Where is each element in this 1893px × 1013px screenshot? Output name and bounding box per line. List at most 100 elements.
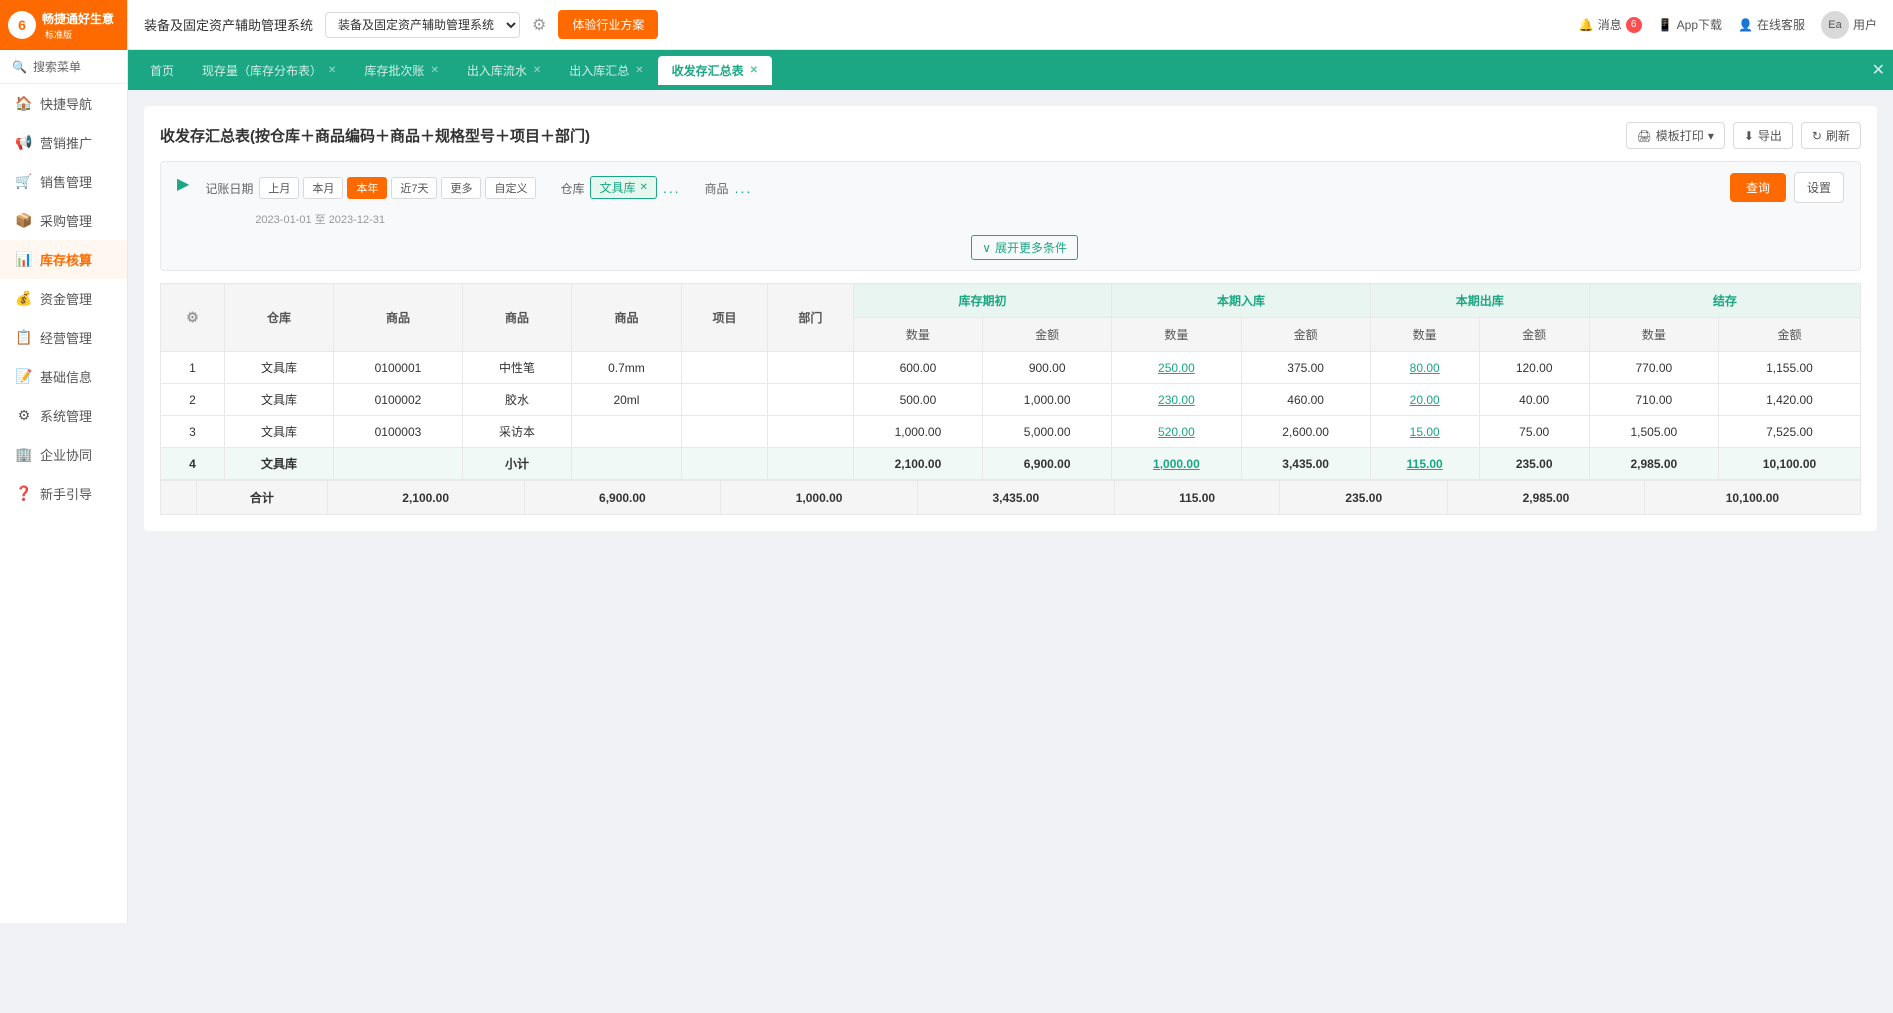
goods-filter: 商品 ...	[705, 178, 753, 197]
query-actions: 查询 设置	[1730, 172, 1844, 203]
row-dept	[767, 416, 853, 448]
col-spec-header: 商品	[571, 284, 681, 352]
tab-batch-ledger[interactable]: 库存批次账 ✕	[350, 56, 452, 85]
row-in-qty[interactable]: 520.00	[1112, 416, 1241, 448]
expand-row: ∨ 展开更多条件	[205, 235, 1844, 260]
filter-date-range: 2023-01-01 至 2023-12-31	[205, 211, 1844, 227]
row-out-qty[interactable]: 15.00	[1370, 416, 1479, 448]
row-open-qty: 500.00	[853, 384, 982, 416]
warehouse-more-btn[interactable]: ...	[663, 180, 681, 196]
row-bal-qty: 710.00	[1589, 384, 1718, 416]
filter-collapse-btn[interactable]: ▶	[177, 174, 189, 194]
sidebar-item-enterprise[interactable]: 🏢 企业协同	[0, 435, 127, 474]
row-out-qty[interactable]: 20.00	[1370, 384, 1479, 416]
sidebar-item-basic-info[interactable]: 📝 基础信息	[0, 357, 127, 396]
row-open-amt: 1,000.00	[983, 384, 1112, 416]
system-selector[interactable]: 装备及固定资产辅助管理系统	[325, 12, 520, 38]
col-group-inbound: 本期入库	[1112, 284, 1370, 318]
expand-more-btn[interactable]: ∨ 展开更多条件	[971, 235, 1078, 260]
experience-btn[interactable]: 体验行业方案	[558, 10, 658, 39]
expand-icon: ∨	[982, 241, 991, 255]
home-icon: 🏠	[16, 96, 32, 112]
row-in-qty[interactable]: 250.00	[1112, 352, 1241, 384]
sidebar-item-marketing[interactable]: 📢 营销推广	[0, 123, 127, 162]
guide-icon: ❓	[16, 486, 32, 502]
date-btn-this-year[interactable]: 本年	[347, 177, 387, 199]
sidebar-item-inventory[interactable]: 📊 库存核算	[0, 240, 127, 279]
row-bal-qty: 2,985.00	[1589, 448, 1718, 480]
footer-table: 合计 2,100.00 6,900.00 1,000.00 3,435.00 1…	[160, 480, 1861, 515]
tab-inventory-dist[interactable]: 现存量（库存分布表） ✕	[188, 56, 350, 85]
date-btn-this-month[interactable]: 本月	[303, 177, 343, 199]
col-code-header: 商品	[333, 284, 462, 352]
print-btn[interactable]: 🖨 模板打印 ▾	[1626, 122, 1725, 149]
tab-inventory-dist-close[interactable]: ✕	[328, 65, 336, 76]
col-warehouse-header: 仓库	[225, 284, 334, 352]
col-open-qty-header: 数量	[853, 318, 982, 352]
notifications[interactable]: 🔔 消息 6	[1579, 16, 1642, 33]
date-filter: 记账日期 上月 本月 本年 近7天 更多 自定义	[205, 177, 536, 199]
row-dept	[767, 352, 853, 384]
app-download[interactable]: 📱 App下载	[1658, 16, 1722, 33]
marketing-icon: 📢	[16, 135, 32, 151]
date-btn-custom[interactable]: 自定义	[485, 177, 536, 199]
query-btn[interactable]: 查询	[1730, 173, 1786, 202]
date-btn-last-month[interactable]: 上月	[259, 177, 299, 199]
tabbar: 首页 现存量（库存分布表） ✕ 库存批次账 ✕ 出入库流水 ✕ 出入库汇总 ✕ …	[128, 50, 1893, 90]
row-in-amt: 2,600.00	[1241, 416, 1370, 448]
tab-collect-summary[interactable]: 收发存汇总表 ✕	[658, 56, 772, 85]
tab-batch-ledger-close[interactable]: ✕	[430, 65, 438, 76]
online-service[interactable]: 👤 在线客服	[1738, 16, 1805, 33]
notifications-label: 消息	[1598, 16, 1622, 33]
sidebar-item-sales[interactable]: 🛒 销售管理	[0, 162, 127, 201]
row-dept	[767, 448, 853, 480]
sidebar-search[interactable]: 🔍 搜索菜单	[0, 50, 127, 84]
row-open-qty: 2,100.00	[853, 448, 982, 480]
row-out-qty[interactable]: 80.00	[1370, 352, 1479, 384]
row-bal-amt: 1,155.00	[1718, 352, 1860, 384]
close-all-tabs[interactable]: ✕	[1872, 60, 1885, 80]
row-project	[682, 416, 768, 448]
col-in-amt-header: 金额	[1241, 318, 1370, 352]
warehouse-tag: 文具库 ✕	[590, 176, 656, 199]
filter-fields: 记账日期 上月 本月 本年 近7天 更多 自定义 仓库 文	[205, 172, 1844, 260]
tab-in-out-flow-close[interactable]: ✕	[533, 65, 541, 76]
col-settings-header: ⚙	[161, 284, 225, 352]
row-no: 1	[161, 352, 225, 384]
row-in-qty[interactable]: 230.00	[1112, 384, 1241, 416]
row-warehouse: 文具库	[225, 416, 334, 448]
row-out-qty[interactable]: 115.00	[1370, 448, 1479, 480]
warehouse-tag-close[interactable]: ✕	[639, 182, 647, 193]
row-in-qty[interactable]: 1,000.00	[1112, 448, 1241, 480]
sidebar-item-purchase[interactable]: 📦 采购管理	[0, 201, 127, 240]
export-icon: ⬇	[1744, 129, 1754, 143]
footer-open-qty: 2,100.00	[327, 481, 524, 515]
goods-more-btn[interactable]: ...	[735, 180, 753, 196]
tab-collect-summary-close[interactable]: ✕	[750, 65, 758, 76]
chevron-down-icon: ▾	[1708, 129, 1714, 143]
tab-home[interactable]: 首页	[136, 56, 188, 85]
sidebar-item-quick-nav[interactable]: 🏠 快捷导航	[0, 84, 127, 123]
main-content: 收发存汇总表(按仓库＋商品编码＋商品＋规格型号＋项目＋部门) 🖨 模板打印 ▾ …	[128, 90, 1893, 923]
sidebar-item-system[interactable]: ⚙ 系统管理	[0, 396, 127, 435]
sidebar-item-operations[interactable]: 📋 经营管理	[0, 318, 127, 357]
date-btn-more[interactable]: 更多	[441, 177, 481, 199]
tab-collect-summary-label: 收发存汇总表	[672, 62, 744, 79]
export-btn[interactable]: ⬇ 导出	[1733, 122, 1793, 149]
date-btn-7days[interactable]: 近7天	[391, 177, 437, 199]
tab-in-out-flow[interactable]: 出入库流水 ✕	[453, 56, 555, 85]
gear-icon[interactable]: ⚙	[532, 15, 546, 35]
row-no: 2	[161, 384, 225, 416]
refresh-btn[interactable]: ↻ 刷新	[1801, 122, 1861, 149]
sidebar-item-finance[interactable]: 💰 资金管理	[0, 279, 127, 318]
user-menu[interactable]: Ea 用户	[1821, 11, 1877, 39]
footer-empty-1	[161, 481, 197, 515]
tab-in-out-summary[interactable]: 出入库汇总 ✕	[555, 56, 657, 85]
table-settings-icon[interactable]: ⚙	[186, 309, 199, 325]
page-header: 收发存汇总表(按仓库＋商品编码＋商品＋规格型号＋项目＋部门) 🖨 模板打印 ▾ …	[160, 122, 1861, 149]
tab-batch-ledger-label: 库存批次账	[364, 62, 424, 79]
data-table: ⚙ 仓库 商品 商品 商品 项目 部门 库存期初 本期入库 本期出库 结存	[160, 283, 1861, 480]
sidebar-item-guide[interactable]: ❓ 新手引导	[0, 474, 127, 513]
tab-in-out-summary-close[interactable]: ✕	[635, 65, 643, 76]
setting-btn[interactable]: 设置	[1794, 172, 1844, 203]
